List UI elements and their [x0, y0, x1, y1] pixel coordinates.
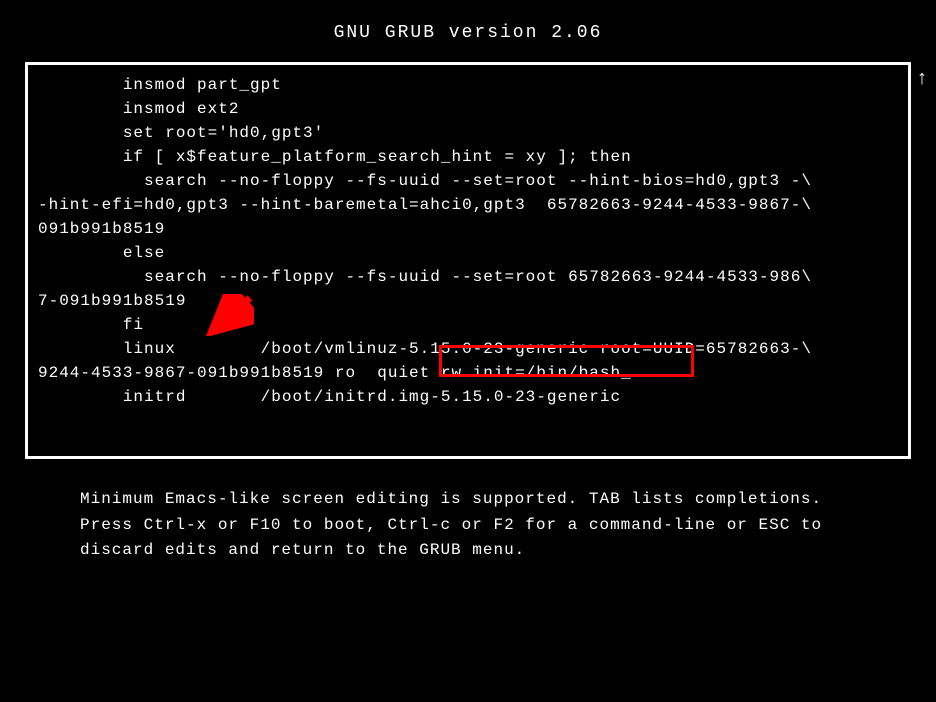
editor-line: if [ x$feature_platform_search_hint = xy… [38, 148, 632, 166]
editor-line: search --no-floppy --fs-uuid --set=root … [38, 172, 812, 190]
editor-line: -hint-efi=hd0,gpt3 --hint-baremetal=ahci… [38, 196, 812, 214]
editor-line: 9244-4533-9867-091b991b8519 ro quiet rw … [38, 364, 632, 382]
editor-content[interactable]: insmod part_gpt insmod ext2 set root='hd… [38, 73, 898, 409]
scroll-up-indicator: ↑ [916, 65, 929, 95]
editor-line: initrd /boot/initrd.img-5.15.0-23-generi… [38, 388, 621, 406]
editor-container: ↑ insmod part_gpt insmod ext2 set root='… [25, 62, 911, 459]
grub-header: GNU GRUB version 2.06 [0, 0, 936, 62]
editor-line: else [38, 244, 165, 262]
editor-line: linux /boot/vmlinuz-5.15.0-23-generic ro… [38, 340, 812, 358]
grub-footer-help: Minimum Emacs-like screen editing is sup… [80, 487, 856, 564]
editor-line: search --no-floppy --fs-uuid --set=root … [38, 268, 812, 286]
editor-line: 7-091b991b8519 [38, 292, 186, 310]
help-text: Minimum Emacs-like screen editing is sup… [80, 490, 822, 559]
editor-line: 091b991b8519 [38, 220, 165, 238]
editor-line: set root='hd0,gpt3' [38, 124, 324, 142]
grub-title: GNU GRUB version 2.06 [334, 23, 603, 43]
grub-editor[interactable]: insmod part_gpt insmod ext2 set root='hd… [25, 62, 911, 459]
editor-line: fi [38, 316, 144, 334]
editor-line: insmod part_gpt [38, 76, 282, 94]
editor-line: insmod ext2 [38, 100, 239, 118]
